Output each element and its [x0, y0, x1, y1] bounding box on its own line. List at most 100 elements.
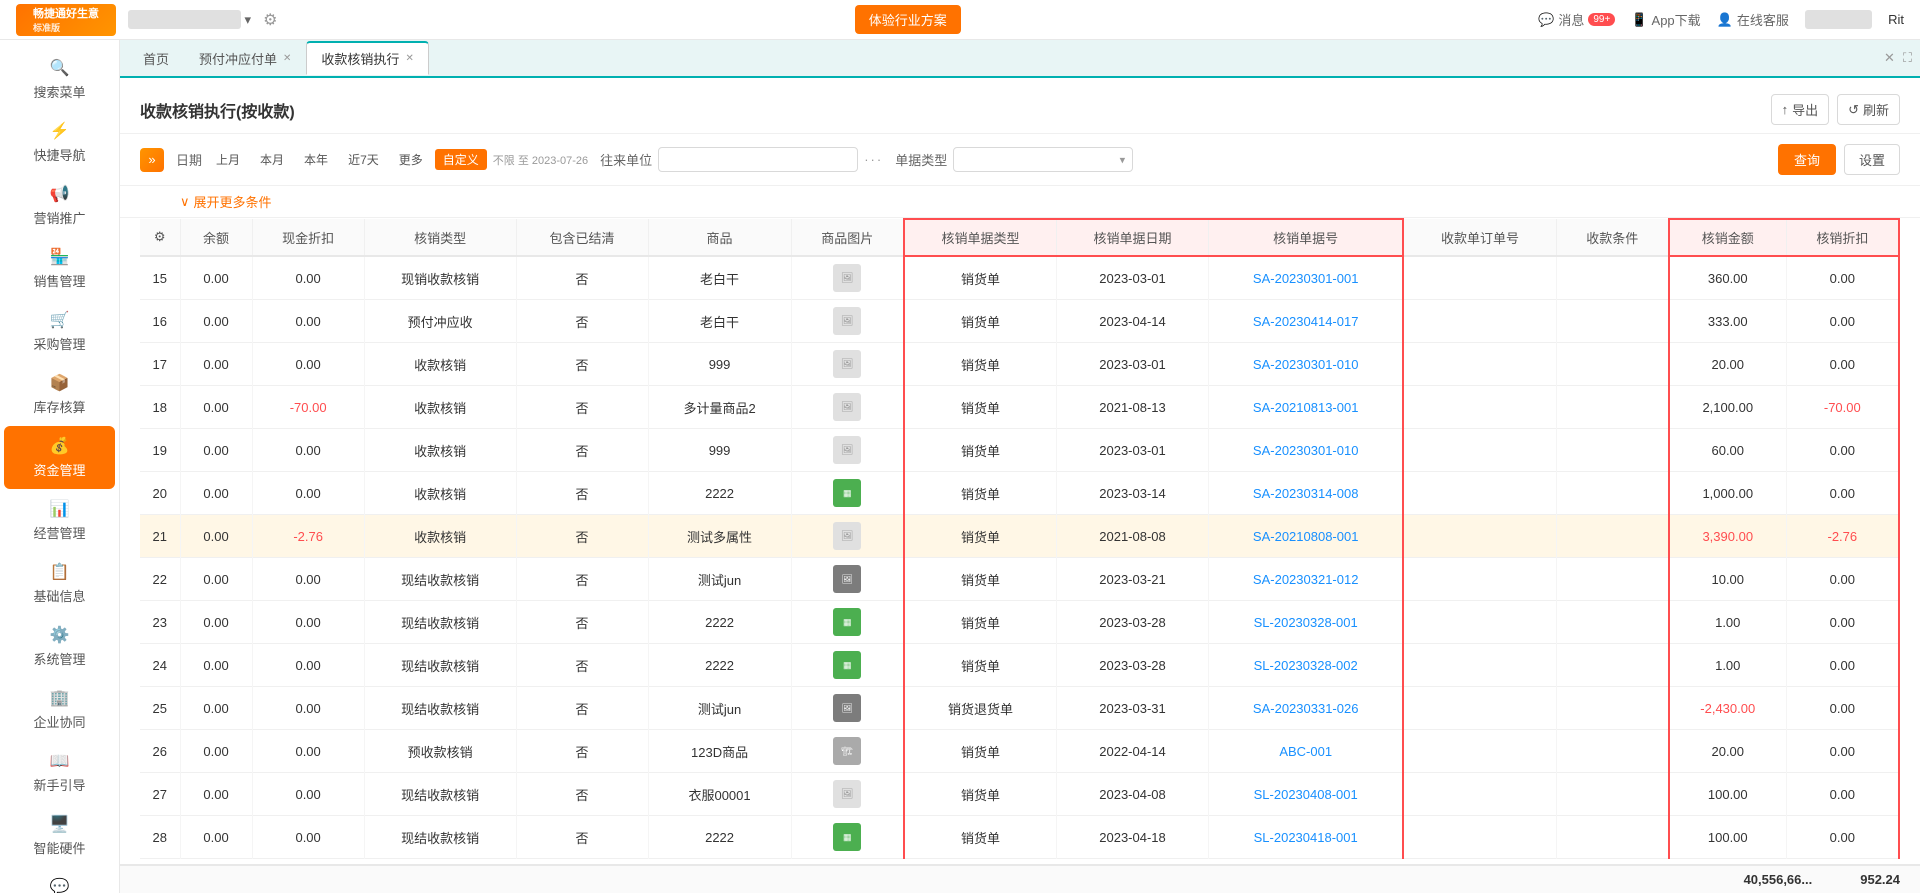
- receipt-bill-no-link[interactable]: SA-20230301-010: [1253, 443, 1359, 458]
- date-last-7-days[interactable]: 近7天: [340, 149, 387, 170]
- receipt-bill-no-link[interactable]: SL-20230328-002: [1254, 658, 1358, 673]
- export-btn[interactable]: ↑ 导出: [1771, 94, 1830, 125]
- td-receipt-bill-date: 2023-03-14: [1057, 472, 1209, 515]
- td-goods-image: 🖼: [791, 429, 904, 472]
- date-range-text: 不限 至 2023-07-26: [493, 152, 588, 168]
- expand-more-btn[interactable]: ∨ 展开更多条件: [180, 190, 1900, 213]
- receipt-bill-no-link[interactable]: SL-20230328-001: [1254, 615, 1358, 630]
- footer-amount-group: 40,556,66...: [1736, 872, 1813, 887]
- td-goods: 老白干: [648, 256, 791, 300]
- sidebar-item-sales[interactable]: 🏪 销售管理: [4, 237, 115, 300]
- sidebar-item-enterprise[interactable]: 🏢 企业协同: [4, 678, 115, 741]
- td-goods-image: 🖼: [791, 300, 904, 343]
- receipt-bill-no-link[interactable]: SA-20230321-012: [1253, 572, 1359, 587]
- receipt-bill-no-link[interactable]: SA-20230314-008: [1253, 486, 1359, 501]
- tab-maximize-icon[interactable]: ⛶: [1903, 50, 1912, 66]
- online-service-area[interactable]: 👤 在线客服: [1717, 10, 1789, 29]
- receipt-bill-no-link[interactable]: SL-20230408-001: [1254, 787, 1358, 802]
- table-row: 160.000.00预付冲应收否老白干🖼销货单2023-04-14SA-2023…: [140, 300, 1899, 343]
- sidebar-item-inventory[interactable]: 📦 库存核算: [4, 363, 115, 426]
- receipt-bill-no-link[interactable]: SA-20230301-001: [1253, 271, 1359, 286]
- tab-writeoff[interactable]: 收款核销执行 ✕: [306, 41, 428, 75]
- table-wrapper[interactable]: ⚙ 余额 现金折扣 核销类型 包含已结清 商品 商品图片 核销单据类型 核销单据…: [120, 218, 1920, 864]
- receipt-type-select-wrapper: [953, 147, 1133, 172]
- td-receipt-condition: [1556, 558, 1669, 601]
- app-logo: 畅捷通好生意 标准版: [16, 4, 116, 36]
- td-receipt-bill-no: SL-20230328-002: [1208, 644, 1403, 687]
- tab-home[interactable]: 首页: [128, 42, 184, 75]
- sidebar-item-guide[interactable]: 📖 新手引导: [4, 741, 115, 804]
- td-cash-discount: -2.76: [252, 515, 364, 558]
- receipt-bill-no-link[interactable]: SA-20230331-026: [1253, 701, 1359, 716]
- td-writeoff-amount: 333.00: [1669, 300, 1786, 343]
- sidebar-label-system: 系统管理: [33, 649, 85, 668]
- th-settings[interactable]: ⚙: [140, 219, 180, 256]
- receipt-bill-no-link[interactable]: SA-20210813-001: [1253, 400, 1359, 415]
- table-settings-icon[interactable]: ⚙: [154, 229, 166, 244]
- sidebar-item-finance[interactable]: 💰 资金管理: [4, 426, 115, 489]
- td-receipt-bill-type: 销货单: [904, 256, 1057, 300]
- td-balance: 0.00: [180, 816, 252, 859]
- th-receipt-order-no: 收款单订单号: [1403, 219, 1556, 256]
- sidebar-item-hardware[interactable]: 🖥️ 智能硬件: [4, 804, 115, 867]
- receipt-bill-no-link[interactable]: SL-20230418-001: [1254, 830, 1358, 845]
- receipt-bill-no-link[interactable]: SA-20210808-001: [1253, 529, 1359, 544]
- workspace-dropdown[interactable]: name ▾: [128, 10, 251, 29]
- date-custom[interactable]: 自定义: [435, 149, 487, 170]
- query-btn[interactable]: 查询: [1778, 144, 1836, 175]
- sidebar-item-search[interactable]: 🔍 搜索菜单: [4, 48, 115, 111]
- receipt-bill-no-link[interactable]: SA-20230301-010: [1253, 357, 1359, 372]
- td-receipt-bill-date: 2023-04-18: [1057, 816, 1209, 859]
- filter-settings-btn[interactable]: 设置: [1844, 144, 1900, 175]
- td-receipt-bill-type: 销货单: [904, 644, 1057, 687]
- sidebar-item-system[interactable]: ⚙️ 系统管理: [4, 615, 115, 678]
- export-label: 导出: [1792, 100, 1818, 119]
- td-receipt-bill-no: SA-20230301-010: [1208, 429, 1403, 472]
- sidebar-item-marketing[interactable]: 📢 营销推广: [4, 174, 115, 237]
- receipt-bill-no-link[interactable]: SA-20230414-017: [1253, 314, 1359, 329]
- receipt-type-select[interactable]: [953, 147, 1133, 172]
- td-receipt-bill-no: SA-20210813-001: [1208, 386, 1403, 429]
- td-goods-image: 🖼: [791, 773, 904, 816]
- message-icon: 💬: [1538, 12, 1554, 28]
- user-area[interactable]: u: [1805, 10, 1872, 29]
- date-last-month[interactable]: 上月: [208, 149, 248, 170]
- sidebar-item-operations[interactable]: 📊 经营管理: [4, 489, 115, 552]
- sidebar-label-search: 搜索菜单: [33, 82, 85, 101]
- td-goods-image: 🖼: [791, 515, 904, 558]
- sidebar-item-wechat[interactable]: 💬 企业微信: [4, 867, 115, 893]
- tab-writeoff-close[interactable]: ✕: [405, 53, 413, 64]
- td-receipt-condition: [1556, 773, 1669, 816]
- td-receipt-order-no: [1403, 773, 1556, 816]
- td-writeoff-type: 预收款核销: [364, 730, 516, 773]
- td-receipt-condition: [1556, 601, 1669, 644]
- date-more[interactable]: 更多: [391, 149, 431, 170]
- sidebar-item-purchase[interactable]: 🛒 采购管理: [4, 300, 115, 363]
- refresh-btn[interactable]: ↺ 刷新: [1837, 94, 1900, 125]
- td-cash-discount: 0.00: [252, 730, 364, 773]
- td-receipt-bill-no: SA-20210808-001: [1208, 515, 1403, 558]
- app-download-area[interactable]: 📱 App下载: [1631, 10, 1700, 29]
- date-shortcuts: 上月 本月 本年 近7天 更多 自定义: [208, 149, 487, 170]
- counterpart-input[interactable]: [658, 147, 858, 172]
- tab-prepay-close[interactable]: ✕: [283, 53, 291, 64]
- th-receipt-condition: 收款条件: [1556, 219, 1669, 256]
- table-row: 230.000.00现结收款核销否2222▦销货单2023-03-28SL-20…: [140, 601, 1899, 644]
- notification-area[interactable]: 💬 消息 99+: [1538, 10, 1615, 29]
- tab-close-icon[interactable]: ✕: [1884, 50, 1895, 66]
- sidebar-item-quick-nav[interactable]: ⚡ 快捷导航: [4, 111, 115, 174]
- sidebar-item-basic-info[interactable]: 📋 基础信息: [4, 552, 115, 615]
- date-this-month[interactable]: 本月: [252, 149, 292, 170]
- td-goods-image: 🖼: [791, 256, 904, 300]
- td-receipt-bill-no: SL-20230408-001: [1208, 773, 1403, 816]
- tab-prepay[interactable]: 预付冲应付单 ✕: [184, 42, 306, 75]
- industry-btn[interactable]: 体验行业方案: [855, 5, 961, 34]
- receipt-bill-no-link[interactable]: ABC-001: [1279, 744, 1332, 759]
- date-this-year[interactable]: 本年: [296, 149, 336, 170]
- table-footer: 40,556,66... 952.24: [120, 864, 1920, 893]
- settings-icon[interactable]: ⚙: [263, 10, 277, 30]
- filter-collapse-btn[interactable]: »: [140, 148, 164, 172]
- tab-bar-controls: ✕ ⛶: [1884, 50, 1912, 66]
- goods-image-thumb: 🖼: [833, 780, 861, 808]
- td-balance: 0.00: [180, 515, 252, 558]
